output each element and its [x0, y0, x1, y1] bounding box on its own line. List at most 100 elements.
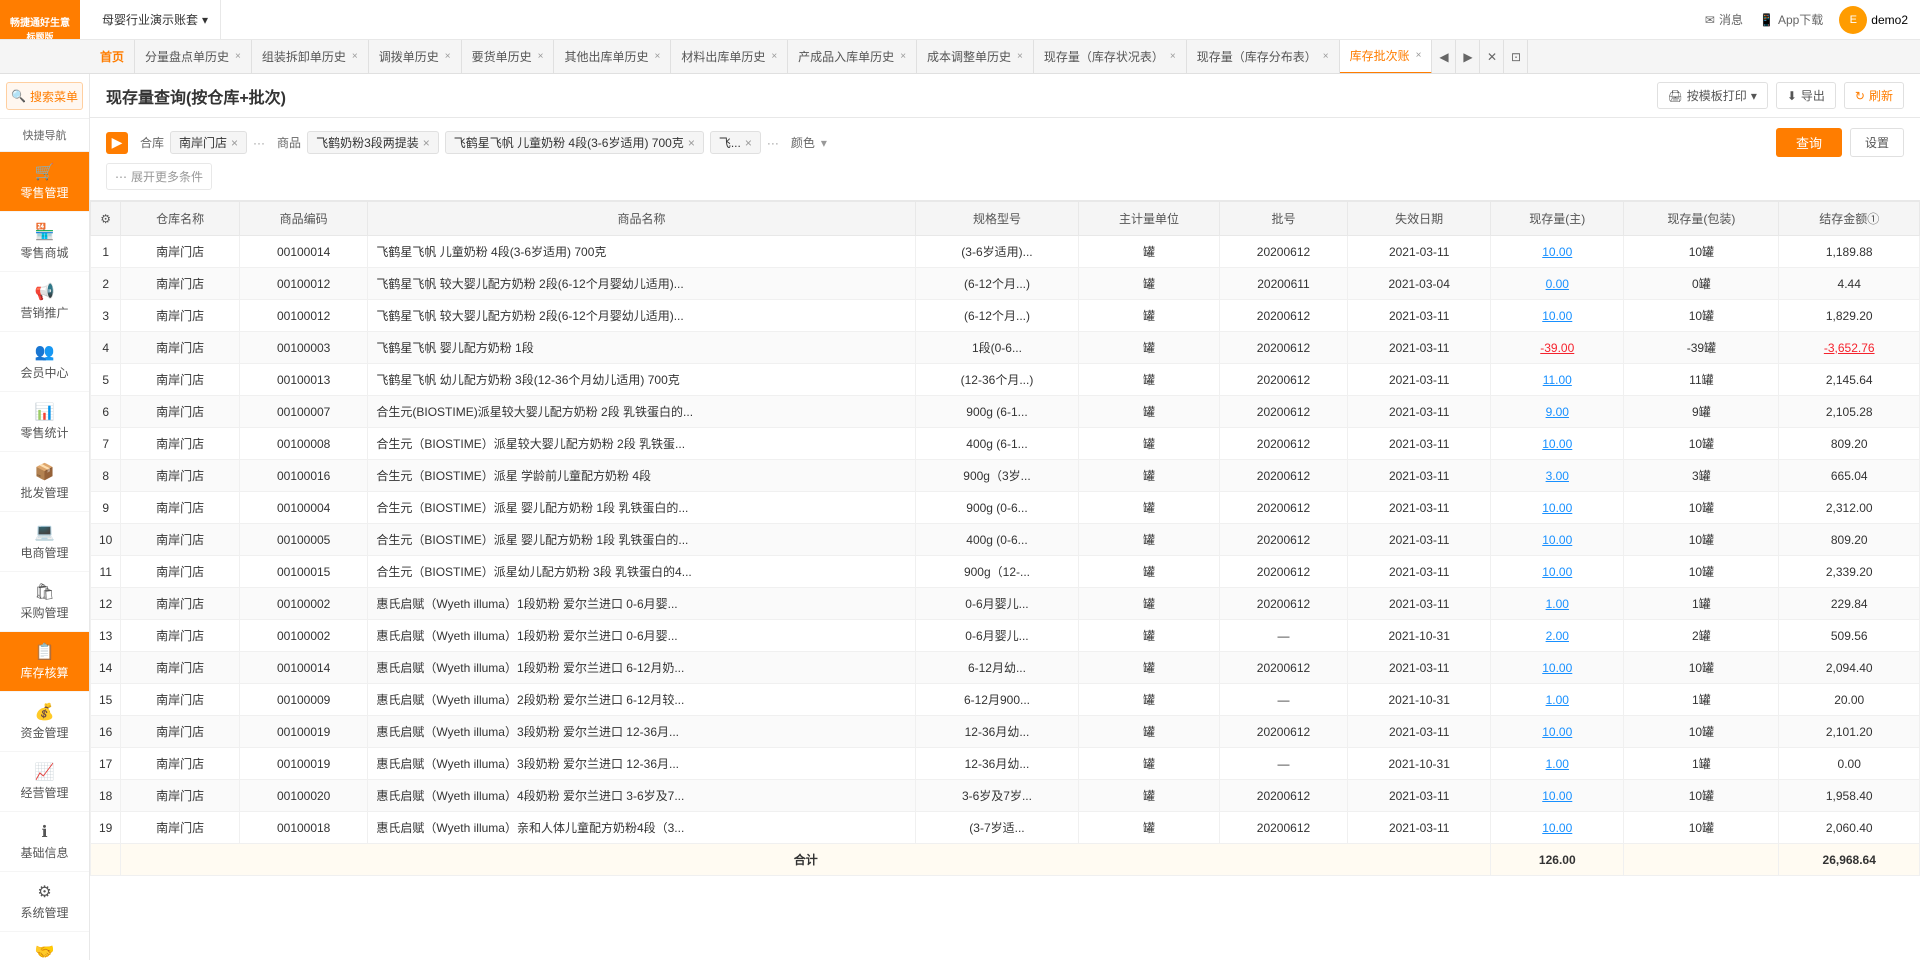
quick-nav[interactable]: 快捷导航 — [0, 119, 89, 152]
tab-xiancun2[interactable]: 现存量（库存分布表） × — [1187, 40, 1340, 74]
warehouse-more[interactable]: ··· — [253, 136, 265, 150]
search-menu-button[interactable]: 🔍 搜索菜单 — [6, 82, 83, 110]
tab-close-diaobuo[interactable]: × — [445, 51, 451, 62]
row-qty[interactable]: 1.00 — [1491, 748, 1624, 780]
tab-close-cailiaochu[interactable]: × — [771, 51, 777, 62]
member-icon: 👥 — [4, 342, 85, 362]
message-button[interactable]: ✉ 消息 — [1705, 11, 1743, 28]
row-qty[interactable]: 10.00 — [1491, 428, 1624, 460]
row-qty[interactable]: 10.00 — [1491, 716, 1624, 748]
filter-expand-button[interactable]: ▶ — [106, 132, 128, 154]
tab-xiancun1[interactable]: 现存量（库存状况表） × — [1034, 40, 1187, 74]
tab-close-chengben[interactable]: × — [1017, 51, 1023, 62]
row-qty[interactable]: 1.00 — [1491, 684, 1624, 716]
tab-zuzhuang[interactable]: 组装拆卸单历史 × — [252, 40, 369, 74]
account-dropdown[interactable]: 母婴行业演示账套 ▾ — [90, 0, 221, 40]
tab-home[interactable]: 首页 — [90, 40, 135, 74]
refresh-button[interactable]: ↻ 刷新 — [1844, 82, 1904, 109]
app-label: App下载 — [1778, 11, 1823, 28]
product-tag-3-close[interactable]: × — [745, 136, 752, 150]
tab-close-yaohuo[interactable]: × — [538, 51, 544, 62]
tab-close-kucun-pici[interactable]: × — [1416, 50, 1422, 61]
ecommerce-label: 电商管理 — [4, 544, 85, 561]
sidebar-item-management[interactable]: 📈 经营管理 — [0, 752, 89, 812]
row-qty[interactable]: 2.00 — [1491, 620, 1624, 652]
row-unit: 罐 — [1079, 460, 1220, 492]
warehouse-tag[interactable]: 南岸门店 × — [170, 131, 247, 154]
color-dropdown-icon[interactable]: ▾ — [821, 136, 827, 150]
row-code: 00100019 — [239, 716, 367, 748]
row-code: 00100014 — [239, 236, 367, 268]
row-qty[interactable]: 11.00 — [1491, 364, 1624, 396]
tab-close-qitachu[interactable]: × — [654, 51, 660, 62]
sidebar-item-collab[interactable]: 🤝 企业协同 — [0, 932, 89, 960]
sidebar-item-inventory[interactable]: 📋 库存核算 — [0, 632, 89, 692]
col-settings[interactable]: ⚙ — [91, 202, 121, 236]
row-warehouse: 南岸门店 — [121, 684, 240, 716]
sidebar-item-ecommerce[interactable]: 💻 电商管理 — [0, 512, 89, 572]
color-label: 颜色 — [791, 134, 815, 151]
tab-close-xiancun2[interactable]: × — [1323, 51, 1329, 62]
sidebar-item-member[interactable]: 👥 会员中心 — [0, 332, 89, 392]
row-qty[interactable]: 10.00 — [1491, 492, 1624, 524]
row-qty[interactable]: 10.00 — [1491, 812, 1624, 844]
export-button[interactable]: ⬇ 导出 — [1776, 82, 1836, 109]
settings-icon[interactable]: ⚙ — [100, 212, 111, 226]
setting-button[interactable]: 设置 — [1850, 128, 1904, 157]
app-download-button[interactable]: 📱 App下载 — [1759, 11, 1823, 28]
sidebar-item-purchase[interactable]: 🛍 采购管理 — [0, 572, 89, 632]
row-qty[interactable]: 10.00 — [1491, 524, 1624, 556]
product-tag-1-close[interactable]: × — [423, 136, 430, 150]
print-button[interactable]: 🖨 按模板打印 ▾ — [1657, 82, 1768, 109]
tab-cailiaochu[interactable]: 材料出库单历史 × — [671, 40, 788, 74]
row-qty[interactable]: 10.00 — [1491, 780, 1624, 812]
sidebar-item-finance[interactable]: 💰 资金管理 — [0, 692, 89, 752]
tab-kucun-pici[interactable]: 库存批次账 × — [1340, 40, 1433, 74]
tab-chengben[interactable]: 成本调整单历史 × — [917, 40, 1034, 74]
row-qty[interactable]: -39.00 — [1491, 332, 1624, 364]
sidebar-item-basic[interactable]: ℹ 基础信息 — [0, 812, 89, 872]
sidebar-item-mall[interactable]: 🏪 零售商城 — [0, 212, 89, 272]
product-tag-2-close[interactable]: × — [688, 136, 695, 150]
row-warehouse: 南岸门店 — [121, 332, 240, 364]
product-tag-1[interactable]: 飞鹤奶粉3段两提装 × — [307, 131, 439, 154]
row-expire: 2021-03-11 — [1348, 716, 1491, 748]
tab-close-zuzhuang[interactable]: × — [352, 51, 358, 62]
warehouse-tag-close[interactable]: × — [231, 136, 238, 150]
tab-close-all-btn[interactable]: ✕ — [1480, 40, 1504, 74]
expand-conditions-button[interactable]: ⋯ 展开更多条件 — [106, 163, 212, 190]
sidebar-item-statistics[interactable]: 📊 零售统计 — [0, 392, 89, 452]
row-qty[interactable]: 10.00 — [1491, 236, 1624, 268]
tab-menu-btn[interactable]: ⊡ — [1504, 40, 1528, 74]
sidebar-item-wholesale[interactable]: 📦 批发管理 — [0, 452, 89, 512]
row-qty-pkg: 11罐 — [1624, 364, 1779, 396]
product-more[interactable]: ··· — [767, 136, 779, 150]
row-qty[interactable]: 9.00 — [1491, 396, 1624, 428]
tab-yaohuo[interactable]: 要货单历史 × — [462, 40, 555, 74]
row-qty[interactable]: 0.00 — [1491, 268, 1624, 300]
row-qty[interactable]: 3.00 — [1491, 460, 1624, 492]
row-qty[interactable]: 10.00 — [1491, 300, 1624, 332]
product-tag-2[interactable]: 飞鹤星飞帆 儿童奶粉 4段(3-6岁适用) 700克 × — [445, 131, 704, 154]
tab-next-btn[interactable]: ▶ — [1456, 40, 1480, 74]
row-qty[interactable]: 10.00 — [1491, 652, 1624, 684]
tab-close-chanchenpin[interactable]: × — [900, 51, 906, 62]
sidebar-item-retail[interactable]: 🛒 零售管理 — [0, 152, 89, 212]
row-unit: 罐 — [1079, 652, 1220, 684]
sidebar-item-marketing[interactable]: 📢 营销推广 — [0, 272, 89, 332]
tab-close-fenliang[interactable]: × — [235, 51, 241, 62]
tab-close-xiancun1[interactable]: × — [1170, 51, 1176, 62]
tab-diaobuo[interactable]: 调拨单历史 × — [369, 40, 462, 74]
user-avatar-area[interactable]: E demo2 — [1839, 6, 1908, 34]
sidebar-item-system[interactable]: ⚙ 系统管理 — [0, 872, 89, 932]
tab-qitachu[interactable]: 其他出库单历史 × — [554, 40, 671, 74]
row-name: 惠氏启赋（Wyeth illuma）3段奶粉 爱尔兰进口 12-36月... — [368, 716, 915, 748]
query-button[interactable]: 查询 — [1776, 128, 1842, 157]
tab-fenliang[interactable]: 分量盘点单历史 × — [135, 40, 252, 74]
row-qty[interactable]: 1.00 — [1491, 588, 1624, 620]
tab-prev-btn[interactable]: ◀ — [1432, 40, 1456, 74]
product-tag-3[interactable]: 飞... × — [710, 131, 761, 154]
row-no: 9 — [91, 492, 121, 524]
tab-chanchenpin[interactable]: 产成品入库单历史 × — [788, 40, 917, 74]
row-qty[interactable]: 10.00 — [1491, 556, 1624, 588]
